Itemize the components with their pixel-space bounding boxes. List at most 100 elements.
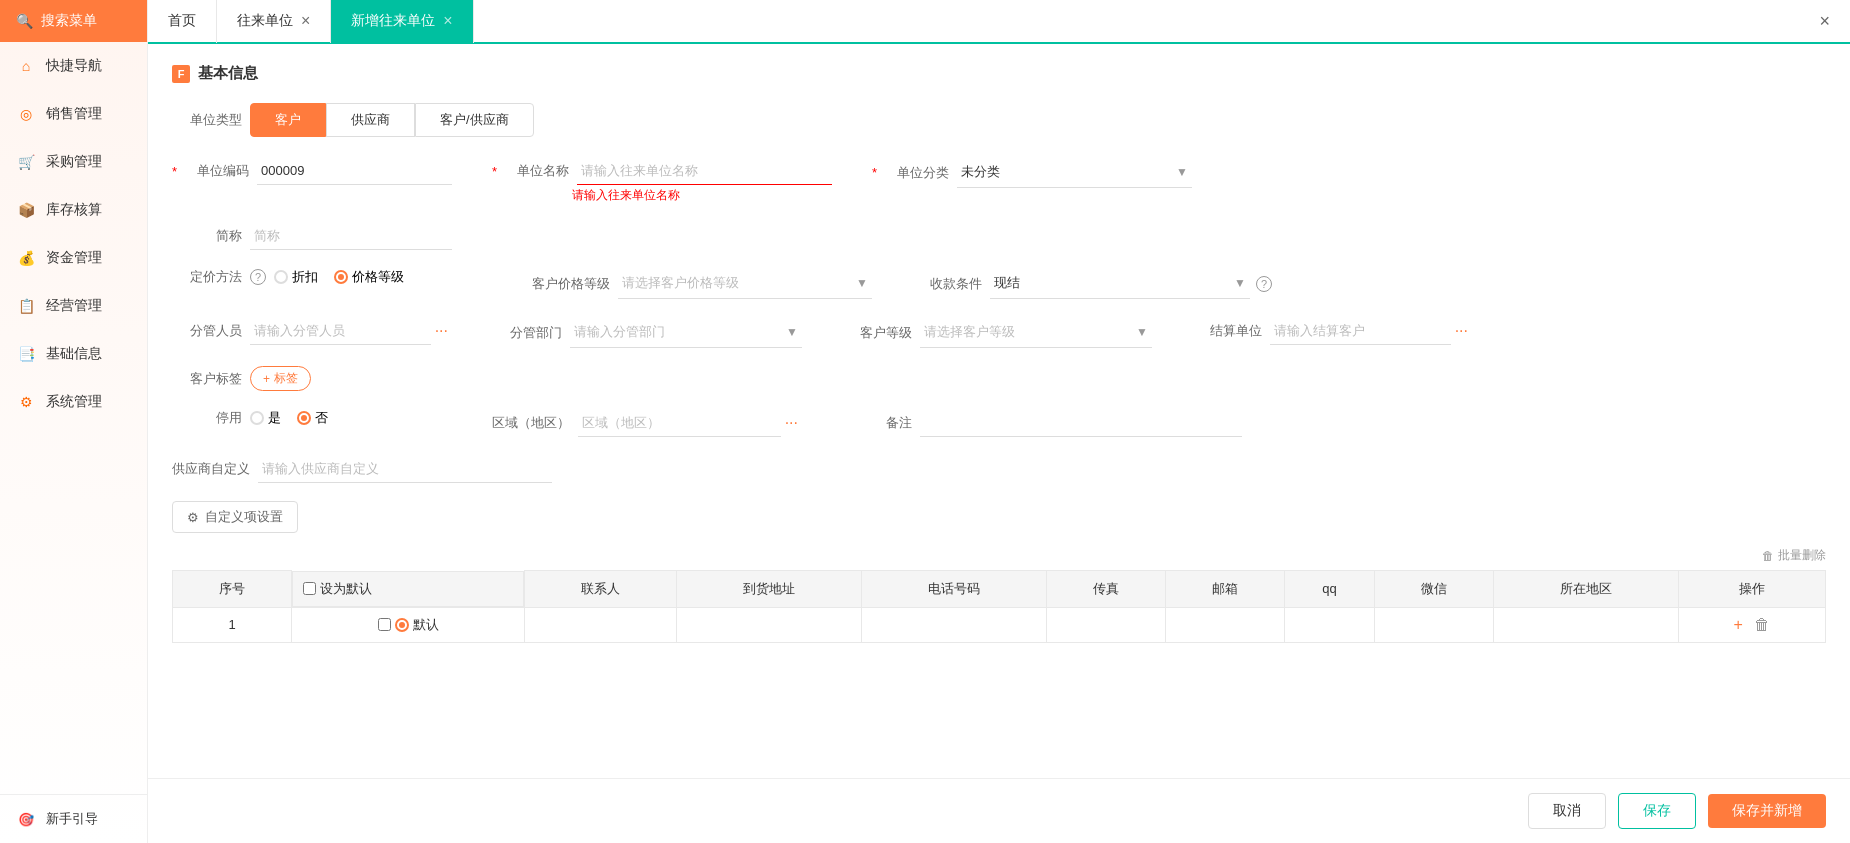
tab-home[interactable]: 首页 <box>148 0 217 43</box>
region-input[interactable] <box>578 409 781 437</box>
radio-yes[interactable]: 是 <box>250 409 281 427</box>
tab-bar: 首页 往来单位 × 新增往来单位 × × <box>148 0 1850 44</box>
unit-name-input[interactable] <box>577 157 832 185</box>
row-default-radio[interactable]: 默认 <box>395 616 439 634</box>
table-row: 1 默认 <box>173 607 1826 642</box>
cell-wechat <box>1375 607 1494 642</box>
row-add-button[interactable]: + <box>1734 616 1743 633</box>
operations-icon: 📋 <box>16 296 36 316</box>
batch-delete-label: 批量删除 <box>1778 547 1826 564</box>
btn-supplier[interactable]: 供应商 <box>326 103 415 137</box>
customer-tag-label: 客户标签 <box>172 370 242 388</box>
sidebar-item-basic-info[interactable]: 📑 基础信息 <box>0 330 147 378</box>
payment-terms-select[interactable]: 现结 ▼ <box>990 268 1250 299</box>
sidebar-item-newbie[interactable]: 🎯 新手引导 <box>0 795 147 843</box>
tab-partner[interactable]: 往来单位 × <box>217 0 331 43</box>
sidebar-item-label: 系统管理 <box>46 393 102 411</box>
row-delete-button[interactable]: 🗑 <box>1754 616 1770 633</box>
cell-qq <box>1285 607 1375 642</box>
field-unit-category: * 单位分类 未分类 ▼ <box>872 157 1192 188</box>
tab-new-partner-close[interactable]: × <box>443 13 452 29</box>
form-row-1: * 单位编码 * 单位名称 请输入往来单位名称 * 单位分类 未分类 ▼ <box>172 157 1826 204</box>
radio-yes-label: 是 <box>268 409 281 427</box>
btn-customer-supplier[interactable]: 客户/供应商 <box>415 103 534 137</box>
sidebar-item-system[interactable]: ⚙ 系统管理 <box>0 378 147 426</box>
field-payment-terms: 收款条件 现结 ▼ ? <box>912 268 1272 299</box>
region-more-button[interactable]: ··· <box>781 414 802 432</box>
btn-customer[interactable]: 客户 <box>250 103 326 137</box>
cell-action: + 🗑 <box>1679 607 1826 642</box>
save-button[interactable]: 保存 <box>1618 793 1696 829</box>
search-icon: 🔍 <box>16 13 33 29</box>
gear-icon: ⚙ <box>187 510 199 525</box>
chevron-down-icon-4: ▼ <box>786 325 798 339</box>
customer-price-level-label: 客户价格等级 <box>532 275 610 293</box>
custom-settings-button[interactable]: ⚙ 自定义项设置 <box>172 501 298 533</box>
customer-level-select[interactable]: 请选择客户等级 ▼ <box>920 317 1152 348</box>
department-select[interactable]: 请输入分管部门 ▼ <box>570 317 802 348</box>
field-manager: 分管人员 ··· <box>172 317 452 345</box>
settlement-unit-input[interactable] <box>1270 317 1451 345</box>
customer-price-level-select[interactable]: 请选择客户价格等级 ▼ <box>618 268 872 299</box>
radio-discount[interactable]: 折扣 <box>274 268 318 286</box>
cell-address <box>677 607 862 642</box>
sidebar-item-sales[interactable]: ◎ 销售管理 <box>0 90 147 138</box>
remark-label: 备注 <box>842 414 912 432</box>
radio-circle-price-level <box>334 270 348 284</box>
unit-category-select[interactable]: 未分类 ▼ <box>957 157 1192 188</box>
sidebar-item-label: 采购管理 <box>46 153 102 171</box>
unit-type-row: 单位类型 客户 供应商 客户/供应商 <box>172 103 1826 137</box>
manager-label: 分管人员 <box>172 322 242 340</box>
form-row-manager: 分管人员 ··· 分管部门 请输入分管部门 ▼ 客户等级 请选择客户等级 ▼ 结… <box>172 317 1826 348</box>
select-all-checkbox[interactable] <box>303 582 316 595</box>
radio-no[interactable]: 否 <box>297 409 328 427</box>
sidebar: 🔍 搜索菜单 ⌂ 快捷导航 ◎ 销售管理 🛒 采购管理 📦 库存核算 💰 资金管… <box>0 0 148 843</box>
field-unit-name: * 单位名称 请输入往来单位名称 <box>492 157 832 204</box>
delete-icon: 🗑 <box>1762 549 1774 563</box>
sidebar-item-operations[interactable]: 📋 经营管理 <box>0 282 147 330</box>
pricing-radio-group: 折扣 价格等级 <box>274 268 404 286</box>
sidebar-item-finance[interactable]: 💰 资金管理 <box>0 234 147 282</box>
supplier-custom-label: 供应商自定义 <box>172 460 250 478</box>
col-seq: 序号 <box>173 571 292 608</box>
row-checkbox[interactable] <box>378 618 391 631</box>
field-remark: 备注 <box>842 409 1242 437</box>
payment-help-icon[interactable]: ? <box>1256 276 1272 292</box>
remark-input[interactable] <box>920 409 1242 437</box>
pricing-help-icon[interactable]: ? <box>250 269 266 285</box>
chevron-down-icon-5: ▼ <box>1136 325 1148 339</box>
radio-dot-no <box>301 415 307 421</box>
unit-code-input[interactable] <box>257 157 452 185</box>
search-menu-button[interactable]: 🔍 搜索菜单 <box>0 0 147 42</box>
payment-terms-value: 现结 <box>994 274 1230 292</box>
save-new-button[interactable]: 保存并新增 <box>1708 794 1826 828</box>
manager-input[interactable] <box>250 317 431 345</box>
cell-region <box>1494 607 1679 642</box>
form-row-short-name: 简称 <box>172 222 1826 250</box>
row-radio-circle <box>395 618 409 632</box>
cell-fax <box>1047 607 1166 642</box>
batch-delete-button[interactable]: 🗑 批量删除 <box>1762 547 1826 564</box>
radio-dot <box>338 274 344 280</box>
short-name-input[interactable] <box>250 222 452 250</box>
main-close-button[interactable]: × <box>1799 11 1850 32</box>
tab-partner-close[interactable]: × <box>301 13 310 29</box>
manager-more-button[interactable]: ··· <box>431 322 452 340</box>
settlement-unit-more-button[interactable]: ··· <box>1451 322 1472 340</box>
customer-price-level-value: 请选择客户价格等级 <box>622 274 852 292</box>
radio-price-level[interactable]: 价格等级 <box>334 268 404 286</box>
supplier-custom-input[interactable] <box>258 455 552 483</box>
tab-new-partner[interactable]: 新增往来单位 × <box>331 0 473 43</box>
add-tag-button[interactable]: + 标签 <box>250 366 311 391</box>
chevron-down-icon: ▼ <box>1176 165 1188 179</box>
sidebar-item-quick-nav[interactable]: ⌂ 快捷导航 <box>0 42 147 90</box>
col-phone: 电话号码 <box>862 571 1047 608</box>
sidebar-item-inventory[interactable]: 📦 库存核算 <box>0 186 147 234</box>
sidebar-item-purchase[interactable]: 🛒 采购管理 <box>0 138 147 186</box>
unit-category-value: 未分类 <box>961 163 1172 181</box>
radio-discount-label: 折扣 <box>292 268 318 286</box>
cancel-button[interactable]: 取消 <box>1528 793 1606 829</box>
unit-code-label: 单位编码 <box>179 162 249 180</box>
tab-new-partner-label: 新增往来单位 <box>351 12 435 30</box>
chevron-down-icon-3: ▼ <box>1234 276 1246 290</box>
